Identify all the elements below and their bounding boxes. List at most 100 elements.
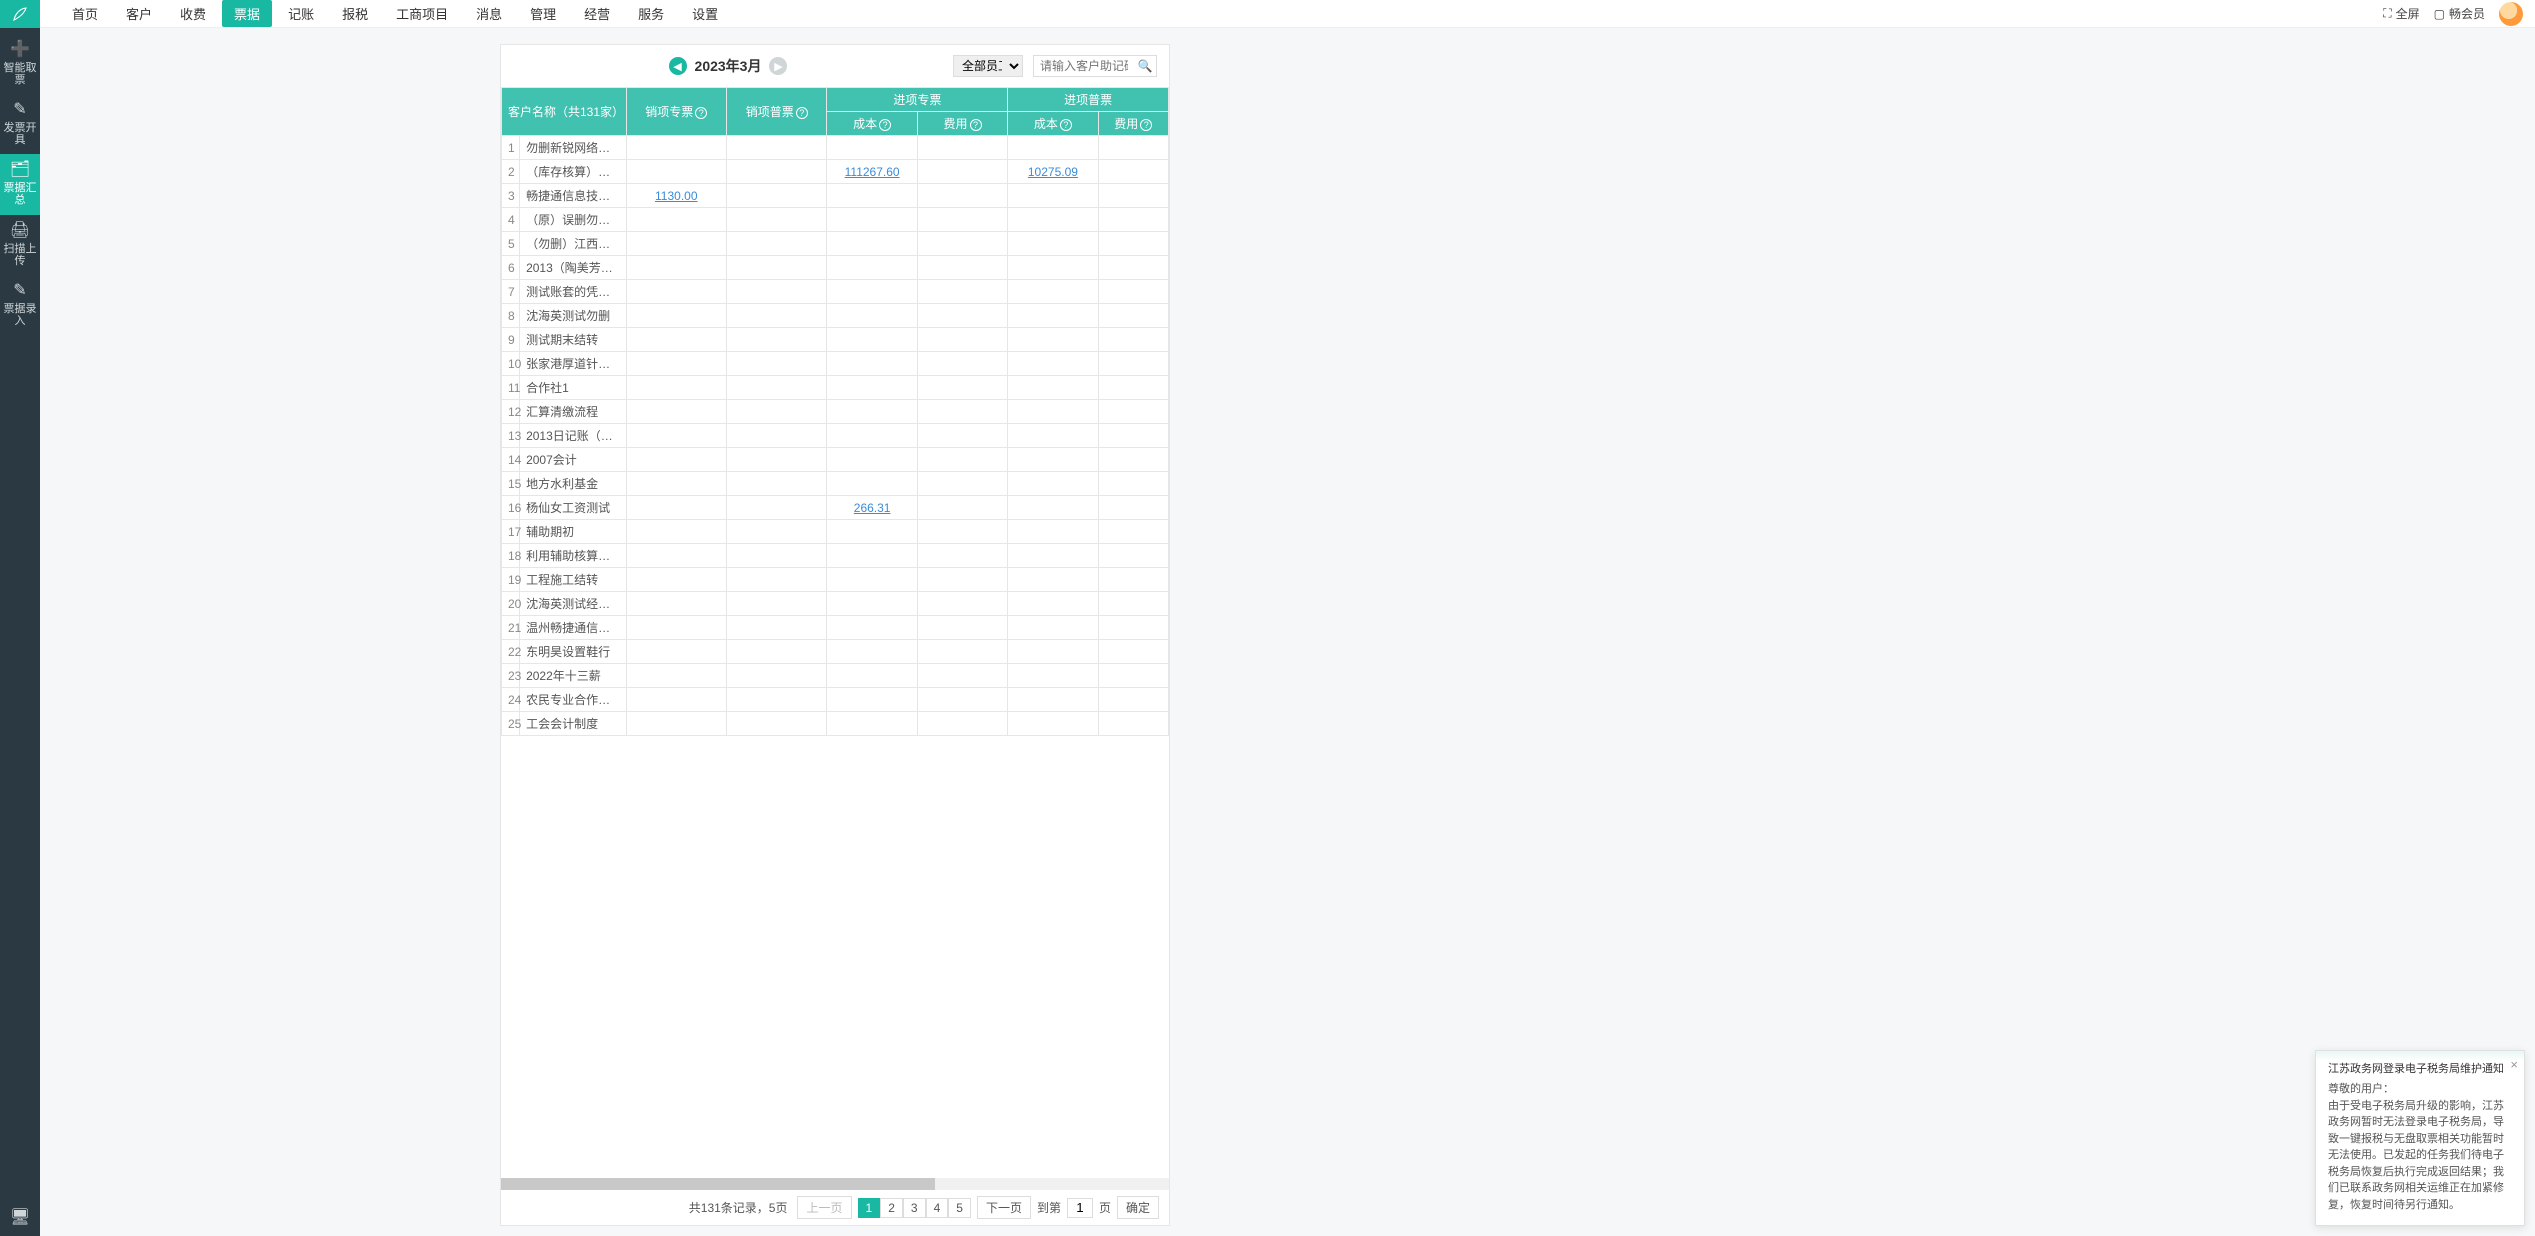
help-icon[interactable]: ? [1140, 119, 1152, 131]
row-index: 18 [502, 544, 520, 568]
topnav-item[interactable]: 服务 [626, 0, 676, 27]
topnav-item[interactable]: 消息 [464, 0, 514, 27]
topnav-item[interactable]: 设置 [680, 0, 730, 27]
scrollbar-thumb[interactable] [501, 1178, 935, 1190]
topnav-item[interactable]: 票据 [222, 0, 272, 27]
member-button[interactable]: ▢ 畅会员 [2434, 5, 2485, 22]
table-row[interactable]: 24农民专业合作社会计制度 [502, 688, 1169, 712]
page-number[interactable]: 4 [926, 1198, 949, 1218]
xxzp-link[interactable]: 1130.00 [655, 189, 698, 203]
table-row[interactable]: 15地方水利基金 [502, 472, 1169, 496]
jxzp-cost-link[interactable]: 266.31 [854, 501, 891, 515]
table-row[interactable]: 9测试期末结转 [502, 328, 1169, 352]
help-icon[interactable]: ? [879, 119, 891, 131]
customer-name: 农民专业合作社会计制度 [520, 688, 626, 712]
table-row[interactable]: 11合作社1 [502, 376, 1169, 400]
table-row[interactable]: 8沈海英测试勿删 [502, 304, 1169, 328]
help-icon[interactable]: ? [695, 107, 707, 119]
period-prev-button[interactable]: ◀ [669, 57, 687, 75]
cell-jxpp-cost [1008, 424, 1098, 448]
sidebar-item[interactable]: ✎票据录入 [0, 275, 40, 335]
table-row[interactable]: 20沈海英测试经营勿删 [502, 592, 1169, 616]
table-row[interactable]: 17辅助期初 [502, 520, 1169, 544]
topnav-item[interactable]: 管理 [518, 0, 568, 27]
help-icon[interactable]: ? [1060, 119, 1072, 131]
employee-select[interactable]: 全部员工 [953, 55, 1023, 77]
topnav-item[interactable]: 经营 [572, 0, 622, 27]
table-row[interactable]: 2（库存核算）直播畅捷通信…111267.6010275.09 [502, 160, 1169, 184]
page-next-button[interactable]: 下一页 [977, 1196, 1031, 1219]
customer-name: 汇算清缴流程 [520, 400, 626, 424]
table-row[interactable]: 7测试账套的凭证打印的时候… [502, 280, 1169, 304]
cell-xxzp [626, 448, 726, 472]
table-row[interactable]: 4（原）误删勿改李艳芬测试账… [502, 208, 1169, 232]
table-row[interactable]: 62013（陶美芳勿删） [502, 256, 1169, 280]
goto-page-input[interactable] [1067, 1198, 1093, 1218]
topnav-item[interactable]: 首页 [60, 0, 110, 27]
fullscreen-button[interactable]: ⛶ 全屏 [2383, 5, 2419, 22]
cell-xxpp [726, 640, 826, 664]
table-row[interactable]: 10张家港厚道针织品有限公司… [502, 352, 1169, 376]
cell-jxpp-expense [1098, 712, 1168, 736]
topnav-item[interactable]: 工商项目 [384, 0, 460, 27]
table-row[interactable]: 142007会计 [502, 448, 1169, 472]
table-row[interactable]: 232022年十三薪 [502, 664, 1169, 688]
play-icon: ▢ [2434, 7, 2445, 21]
table-row[interactable]: 19工程施工结转 [502, 568, 1169, 592]
sidebar-item[interactable]: 🖨扫描上传 [0, 215, 40, 275]
sidebar-item[interactable]: ✎发票开具 [0, 94, 40, 154]
page-number[interactable]: 1 [858, 1198, 881, 1218]
page-prev-button[interactable]: 上一页 [797, 1196, 851, 1219]
cell-jxzp-cost [827, 472, 917, 496]
help-icon[interactable]: ? [796, 107, 808, 119]
cell-xxpp [726, 544, 826, 568]
period-next-button[interactable]: ▶ [769, 57, 787, 75]
table-row[interactable]: 18利用辅助核算分析每种商… [502, 544, 1169, 568]
table-row[interactable]: 5（勿删）江西服宝-LSS [502, 232, 1169, 256]
topnav-item[interactable]: 收费 [168, 0, 218, 27]
page-number[interactable]: 3 [903, 1198, 926, 1218]
close-icon[interactable]: × [2510, 1055, 2518, 1075]
row-index: 15 [502, 472, 520, 496]
cell-jxzp-expense [917, 568, 1007, 592]
help-icon[interactable]: ? [970, 119, 982, 131]
cell-xxzp [626, 592, 726, 616]
jxpp-cost-link[interactable]: 10275.09 [1028, 165, 1078, 179]
sidebar-icon: ➕ [10, 42, 30, 58]
customer-name: 利用辅助核算分析每种商… [520, 544, 626, 568]
table-row[interactable]: 21温州畅捷通信息服务有限… [502, 616, 1169, 640]
table-row[interactable]: 3畅捷通信息技术股份有限公…1130.00 [502, 184, 1169, 208]
cell-jxpp-expense [1098, 544, 1168, 568]
row-index: 25 [502, 712, 520, 736]
sidebar-item[interactable]: 🗂票据汇总 [0, 154, 40, 214]
search-input[interactable] [1034, 59, 1134, 73]
cell-jxpp-expense [1098, 664, 1168, 688]
table-row[interactable]: 1勿删新锐网络通信 [502, 136, 1169, 160]
topnav-item[interactable]: 记账 [276, 0, 326, 27]
cell-jxpp-expense [1098, 448, 1168, 472]
topnav-item[interactable]: 报税 [330, 0, 380, 27]
page-number[interactable]: 5 [948, 1198, 971, 1218]
table-row[interactable]: 25工会会计制度 [502, 712, 1169, 736]
brand-logo[interactable] [0, 0, 40, 28]
jxzp-cost-link[interactable]: 111267.60 [845, 165, 900, 179]
horizontal-scrollbar[interactable] [501, 1178, 1169, 1190]
cell-jxpp-expense [1098, 592, 1168, 616]
cell-xxpp [726, 136, 826, 160]
table-row[interactable]: 16杨仙女工资测试266.31 [502, 496, 1169, 520]
cell-jxpp-expense [1098, 424, 1168, 448]
topnav-item[interactable]: 客户 [114, 0, 164, 27]
table-row[interactable]: 132013日记账（不要删除哈… [502, 424, 1169, 448]
notification-toast: × 江苏政务网登录电子税务局维护通知 尊敬的用户： 由于受电子税务局升级的影响，… [2315, 1050, 2525, 1227]
cell-jxzp-cost [827, 640, 917, 664]
table-row[interactable]: 22东明昊设置鞋行 [502, 640, 1169, 664]
goto-confirm-button[interactable]: 确定 [1117, 1196, 1159, 1219]
avatar[interactable] [2499, 2, 2523, 26]
page-number[interactable]: 2 [880, 1198, 903, 1218]
table-row[interactable]: 12汇算清缴流程 [502, 400, 1169, 424]
cell-jxpp-cost [1008, 280, 1098, 304]
sidebar-bottom-item[interactable]: 🖥 [0, 1202, 40, 1236]
search-icon[interactable]: 🔍 [1134, 59, 1156, 73]
customer-name: 工会会计制度 [520, 712, 626, 736]
sidebar-item[interactable]: ➕智能取票 [0, 34, 40, 94]
